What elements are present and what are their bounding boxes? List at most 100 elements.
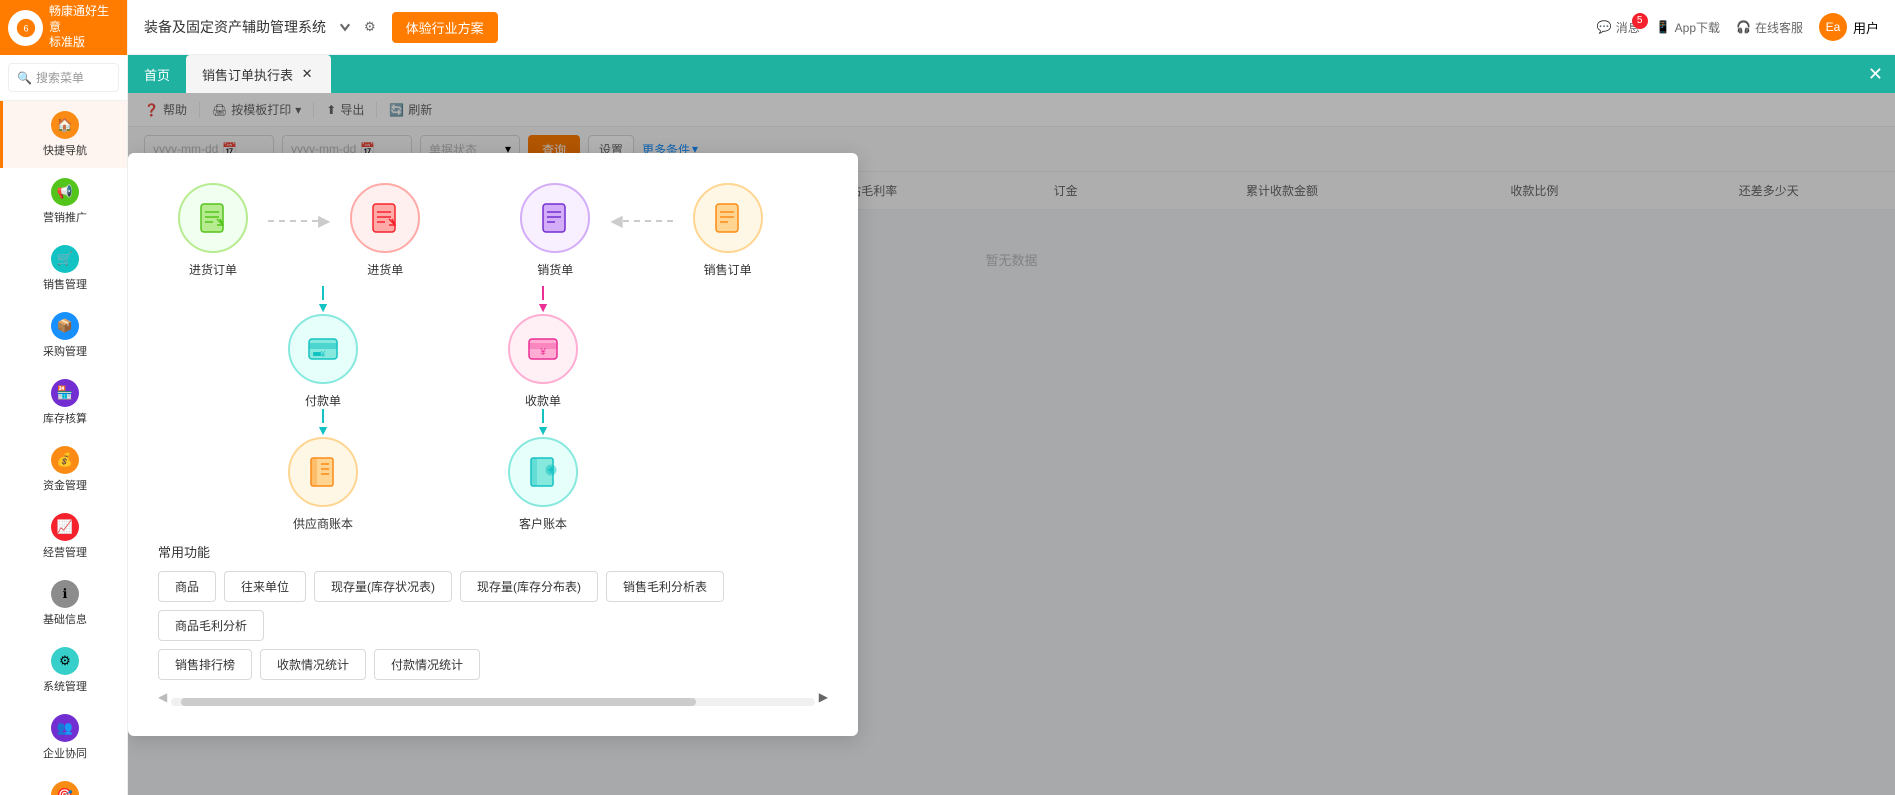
func-buttons-row1: 商品 往来单位 现存量(库存状况表) 现存量(库存分布表) 销售毛利分析表 商品… (158, 571, 828, 641)
purchase-receipt-svg (367, 200, 403, 236)
sales-order-svg (710, 200, 746, 236)
tab-close-button[interactable]: ✕ (299, 66, 315, 82)
flow-node-supplier-ledger[interactable]: 供应商账本 (288, 437, 358, 532)
supplier-ledger-svg (305, 454, 341, 490)
flow-node-purchase-order[interactable]: 进货订单 (178, 183, 248, 278)
try-plan-button[interactable]: 体验行业方案 (392, 12, 498, 43)
func-btn-stock-status[interactable]: 现存量(库存状况表) (314, 571, 452, 602)
inventory-icon: 🏪 (51, 379, 79, 407)
sidebar-item-basic[interactable]: ℹ 基础信息 (0, 570, 127, 637)
sidebar-item-finance[interactable]: 💰 资金管理 (0, 436, 127, 503)
svg-text:6: 6 (23, 23, 28, 33)
purchase-order-icon (178, 183, 248, 253)
func-btn-product[interactable]: 商品 (158, 571, 216, 602)
system-dropdown[interactable] (338, 20, 352, 34)
panel-scrollbar[interactable] (171, 698, 815, 706)
collection-svg: ¥ (525, 331, 561, 367)
flow-node-customer-ledger[interactable]: 客户账本 (508, 437, 578, 532)
scroll-left-arrow[interactable]: ◀ (158, 690, 167, 704)
purchase-receipt-icon (350, 183, 420, 253)
header-right: 💬 消息 5 📱 App下载 🎧 在线客服 Ea 用户 (1597, 13, 1879, 41)
flow-col-collection: ▼ ¥ 收款单 (488, 286, 598, 532)
flow-col-payment: ▼ ¥ (268, 286, 378, 532)
sidebar-item-quick[interactable]: 🏠 快捷导航 (0, 101, 127, 168)
app-logo: 6 畅康通好生意 标准版 (0, 0, 127, 55)
arrow-down-supplier: ▼ (316, 409, 330, 437)
flow-node-sales-receipt[interactable]: 销货单 (520, 183, 590, 278)
sales-receipt-svg (537, 200, 573, 236)
customer-ledger-icon (508, 437, 578, 507)
basic-icon: ℹ (51, 580, 79, 608)
sidebar: 6 畅康通好生意 标准版 🔍 搜索菜单 🏠 快捷导航 📢 营销推广 � (0, 0, 128, 795)
sidebar-nav: 🏠 快捷导航 📢 营销推广 🛒 销售管理 📦 采购管理 🏪 库存核算 💰 (0, 101, 127, 795)
func-btn-stock-dist[interactable]: 现存量(库存分布表) (460, 571, 598, 602)
scrollbar-thumb (181, 698, 696, 706)
sidebar-item-enterprise[interactable]: 👥 企业协同 (0, 704, 127, 771)
chevron-down-icon (338, 20, 352, 34)
logo-text: 畅康通好生意 标准版 (49, 4, 119, 51)
collection-icon: ¥ (508, 314, 578, 384)
search-icon: 🔍 (17, 71, 32, 85)
tab-bar: 首页 销售订单执行表 ✕ ✕ (128, 55, 1895, 93)
sales-order-icon (693, 183, 763, 253)
func-btn-payment-stats[interactable]: 付款情况统计 (374, 649, 480, 680)
svg-text:¥: ¥ (320, 350, 326, 359)
purchase-icon: 📦 (51, 312, 79, 340)
panel-scrollbar-area: ◀ ▶ (158, 688, 828, 706)
message-icon: 💬 (1597, 20, 1612, 34)
customer-ledger-svg (525, 454, 561, 490)
sidebar-search-area: 🔍 搜索菜单 (0, 55, 127, 101)
arrow-down-customer: ▼ (536, 409, 550, 437)
supplier-ledger-icon (288, 437, 358, 507)
quick-nav-icon: 🏠 (51, 111, 79, 139)
func-buttons-row2: 销售排行榜 收款情况统计 付款情况统计 (158, 649, 828, 680)
marketing-icon: 📢 (51, 178, 79, 206)
func-btn-collection-stats[interactable]: 收款情况统计 (260, 649, 366, 680)
app-download-button[interactable]: 📱 App下载 (1656, 19, 1720, 36)
sidebar-item-inventory[interactable]: 🏪 库存核算 (0, 369, 127, 436)
func-btn-sales-profit[interactable]: 销售毛利分析表 (606, 571, 724, 602)
flow-node-purchase-receipt[interactable]: 进货单 (350, 183, 420, 278)
sidebar-item-operation[interactable]: 📈 经营管理 (0, 503, 127, 570)
overlay[interactable]: 进货订单 ▶ (128, 93, 1895, 795)
func-btn-counterpart[interactable]: 往来单位 (224, 571, 306, 602)
download-icon: 📱 (1656, 20, 1671, 34)
sidebar-item-newbie[interactable]: 🎯 新手引导 (0, 771, 127, 795)
arrow-down-payment: ▼ (316, 286, 330, 314)
settings-button[interactable]: ⚙ (364, 19, 376, 35)
sales-icon: 🛒 (51, 245, 79, 273)
message-badge: 5 (1632, 13, 1648, 29)
flow-row-1: 进货订单 ▶ (158, 183, 828, 278)
purchase-order-svg (195, 200, 231, 236)
logo-icon: 6 (8, 10, 43, 46)
tab-home[interactable]: 首页 (128, 55, 186, 93)
system-icon: ⚙ (51, 647, 79, 675)
func-btn-product-profit[interactable]: 商品毛利分析 (158, 610, 264, 641)
main-area: 装备及固定资产辅助管理系统 ⚙ 体验行业方案 💬 消息 5 📱 App下载 (128, 0, 1895, 795)
sidebar-item-purchase[interactable]: 📦 采购管理 (0, 302, 127, 369)
sidebar-item-marketing[interactable]: 📢 营销推广 (0, 168, 127, 235)
online-service-button[interactable]: 🎧 在线客服 (1736, 19, 1803, 36)
username-label: 用户 (1853, 18, 1879, 37)
scroll-right-arrow[interactable]: ▶ (819, 690, 828, 704)
sidebar-item-system[interactable]: ⚙ 系统管理 (0, 637, 127, 704)
tab-sales-order-exec[interactable]: 销售订单执行表 ✕ (186, 55, 331, 93)
func-btn-sales-rank[interactable]: 销售排行榜 (158, 649, 252, 680)
flow-row-2: ▼ ¥ (158, 286, 828, 532)
flow-node-payment[interactable]: ¥ 付款单 (288, 314, 358, 409)
top-header: 装备及固定资产辅助管理系统 ⚙ 体验行业方案 💬 消息 5 📱 App下载 (128, 0, 1895, 55)
service-icon: 🎧 (1736, 20, 1751, 34)
common-functions: 常用功能 商品 往来单位 现存量(库存状况表) 现存量(库存分布表) 销售毛利分… (158, 542, 828, 680)
user-section: Ea 用户 (1819, 13, 1879, 41)
main-close-button[interactable]: ✕ (1868, 64, 1883, 85)
avatar: Ea (1819, 13, 1847, 41)
arrow-2: ◀ (610, 211, 672, 231)
flow-node-collection[interactable]: ¥ 收款单 (508, 314, 578, 409)
message-button[interactable]: 💬 消息 5 (1597, 19, 1640, 36)
finance-icon: 💰 (51, 446, 79, 474)
payment-icon: ¥ (288, 314, 358, 384)
flow-node-sales-order[interactable]: 销售订单 (693, 183, 763, 278)
sidebar-item-sales[interactable]: 🛒 销售管理 (0, 235, 127, 302)
quick-guide-panel: 进货订单 ▶ (128, 153, 858, 736)
search-menu-button[interactable]: 🔍 搜索菜单 (8, 63, 119, 92)
